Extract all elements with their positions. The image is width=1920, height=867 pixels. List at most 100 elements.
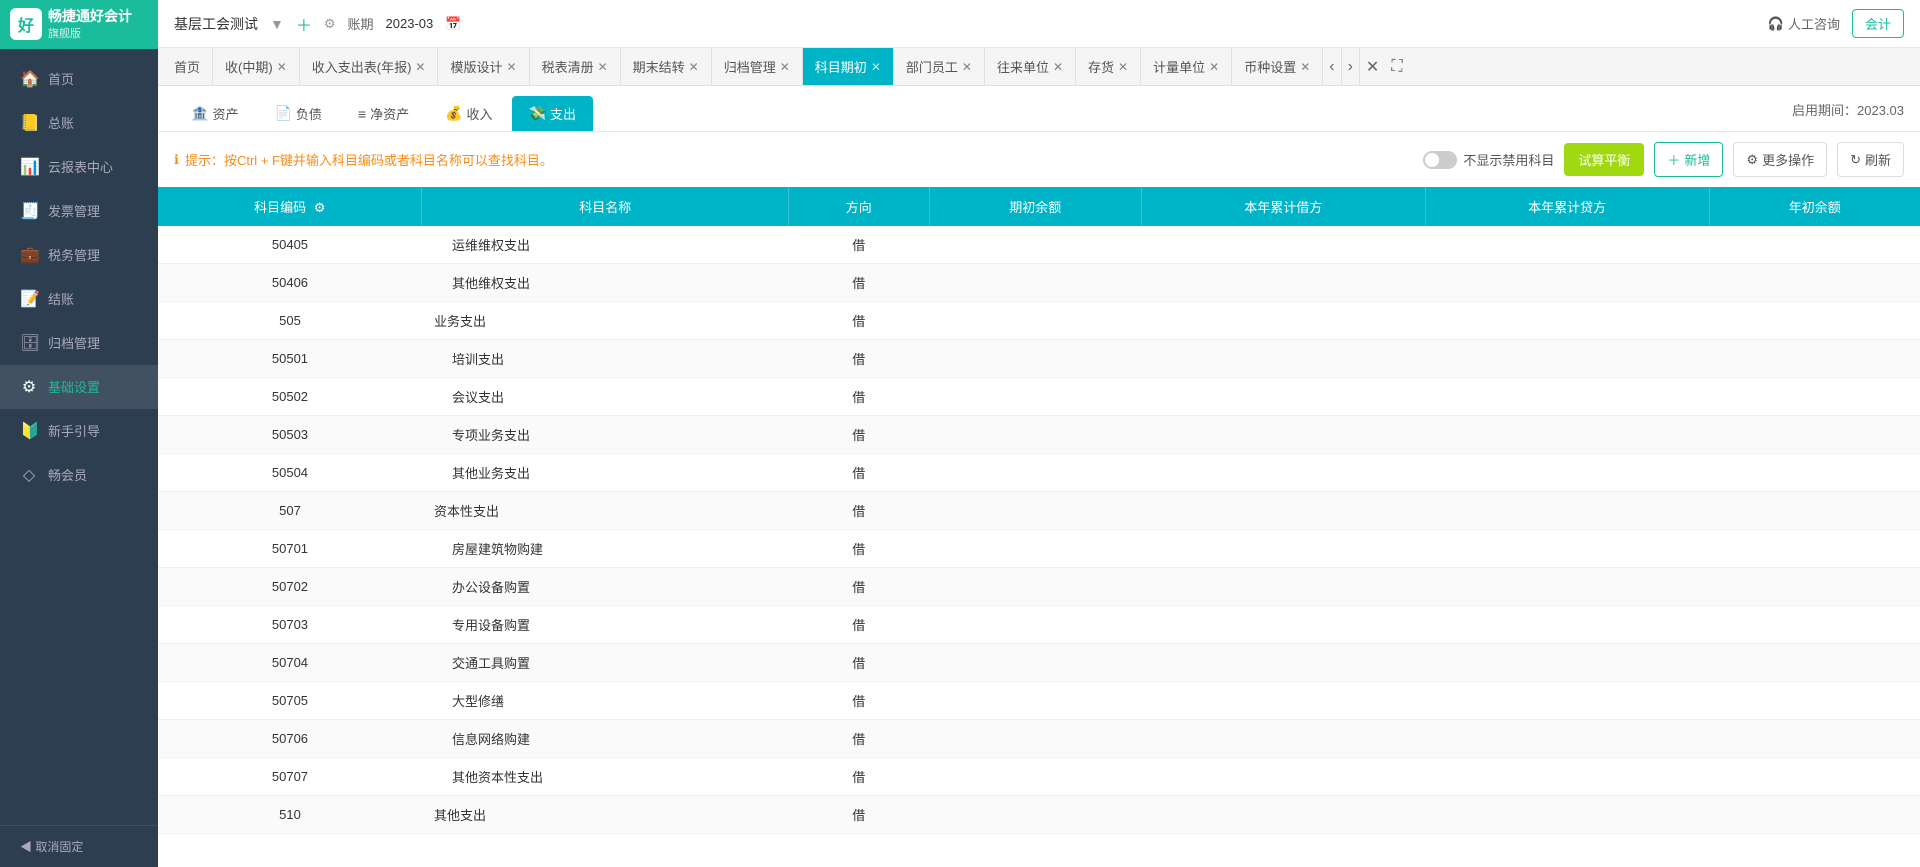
sidebar-item-guide[interactable]: 🔰新手引导 bbox=[0, 409, 158, 453]
tab-currency[interactable]: 币种设置 ✕ bbox=[1232, 48, 1323, 86]
tab-period-report[interactable]: 收(中期) ✕ bbox=[213, 48, 300, 86]
sub-tab-expenditure[interactable]: 💸支出 bbox=[512, 96, 593, 131]
sidebar-item-archive[interactable]: 🗄归档管理 bbox=[0, 321, 158, 365]
table-row[interactable]: 50705 大型修缮 借 bbox=[158, 682, 1920, 720]
tab-annual-report[interactable]: 收入支出表(年报) ✕ bbox=[300, 48, 439, 86]
tab-home[interactable]: 首页 bbox=[162, 48, 213, 86]
cell-balance bbox=[929, 226, 1141, 264]
add-button[interactable]: ＋ 新增 bbox=[1654, 142, 1723, 177]
sidebar-item-member[interactable]: ◇畅会员 bbox=[0, 453, 158, 497]
table-row[interactable]: 50501 培训支出 借 bbox=[158, 340, 1920, 378]
table-row[interactable]: 50706 信息网络购建 借 bbox=[158, 720, 1920, 758]
tab-close-external-unit[interactable]: ✕ bbox=[1053, 60, 1063, 74]
tab-prev-btn[interactable]: ‹ bbox=[1323, 48, 1341, 86]
tab-next-btn[interactable]: › bbox=[1342, 48, 1360, 86]
sidebar-item-invoice[interactable]: 🧾发票管理 bbox=[0, 189, 158, 233]
more-label: 更多操作 bbox=[1762, 150, 1814, 169]
sub-tab-income[interactable]: 💰收入 bbox=[428, 96, 509, 131]
cell-name: 业务支出 bbox=[422, 302, 789, 340]
tab-dept-staff[interactable]: 部门员工 ✕ bbox=[894, 48, 985, 86]
sidebar-footer-collapse[interactable]: ◀ 取消固定 bbox=[0, 825, 158, 867]
table-row[interactable]: 50702 办公设备购置 借 bbox=[158, 568, 1920, 606]
tab-close-template-design[interactable]: ✕ bbox=[507, 60, 517, 74]
toggle-label: 不显示禁用科目 bbox=[1463, 150, 1554, 169]
cell-year-balance bbox=[1709, 758, 1920, 796]
calendar-icon[interactable]: 📅 bbox=[445, 16, 461, 32]
tab-external-unit[interactable]: 往来单位 ✕ bbox=[985, 48, 1076, 86]
dropdown-icon[interactable]: ▼ bbox=[270, 16, 284, 32]
cell-credit bbox=[1425, 758, 1709, 796]
cell-name: 资本性支出 bbox=[422, 492, 789, 530]
tab-unit[interactable]: 计量单位 ✕ bbox=[1141, 48, 1232, 86]
sidebar-item-basic-settings[interactable]: ⚙基础设置 bbox=[0, 365, 158, 409]
cell-credit bbox=[1425, 530, 1709, 568]
sidebar-item-settle[interactable]: 📝结账 bbox=[0, 277, 158, 321]
period-label: 账期 bbox=[348, 14, 374, 33]
col-header-period-balance: 期初余额 bbox=[929, 187, 1141, 226]
tab-close-unit[interactable]: ✕ bbox=[1209, 60, 1219, 74]
tab-label-period-end: 期末结转 bbox=[633, 57, 685, 76]
tab-template-design[interactable]: 模版设计 ✕ bbox=[438, 48, 529, 86]
tab-tax-sheet[interactable]: 税表清册 ✕ bbox=[530, 48, 621, 86]
setting-icon[interactable]: ⚙ bbox=[324, 16, 336, 32]
col-settings-icon[interactable]: ⚙ bbox=[314, 200, 326, 215]
tab-archive-mgmt[interactable]: 归档管理 ✕ bbox=[712, 48, 803, 86]
period-info: 启用期间：2023.03 bbox=[1792, 100, 1904, 127]
cell-debit bbox=[1141, 264, 1425, 302]
sidebar-item-home[interactable]: 🏠首页 bbox=[0, 57, 158, 101]
cell-code: 50703 bbox=[158, 606, 422, 644]
cell-balance bbox=[929, 796, 1141, 834]
tab-expand-btn[interactable]: ⛶ bbox=[1385, 58, 1408, 76]
account-button[interactable]: 会计 bbox=[1852, 9, 1904, 38]
table-row[interactable]: 50503 专项业务支出 借 bbox=[158, 416, 1920, 454]
table-row[interactable]: 50707 其他资本性支出 借 bbox=[158, 758, 1920, 796]
sub-tab-equity[interactable]: ≡净资产 bbox=[341, 96, 426, 131]
table-row[interactable]: 50504 其他业务支出 借 bbox=[158, 454, 1920, 492]
tab-close-dept-staff[interactable]: ✕ bbox=[962, 60, 972, 74]
app-logo-icon: 好 bbox=[10, 8, 42, 40]
cell-direction: 借 bbox=[789, 302, 930, 340]
balance-button[interactable]: 试算平衡 bbox=[1564, 143, 1644, 176]
more-button[interactable]: ⚙ 更多操作 bbox=[1733, 142, 1827, 177]
disable-toggle[interactable] bbox=[1423, 151, 1457, 169]
table-row[interactable]: 50405 运维维权支出 借 bbox=[158, 226, 1920, 264]
cell-name: 信息网络购建 bbox=[422, 720, 789, 758]
table-row[interactable]: 50703 专用设备购置 借 bbox=[158, 606, 1920, 644]
sub-tab-liability[interactable]: 📄负债 bbox=[257, 96, 338, 131]
tab-close-currency[interactable]: ✕ bbox=[1300, 60, 1310, 74]
tab-inventory[interactable]: 存货 ✕ bbox=[1076, 48, 1141, 86]
table-row[interactable]: 50406 其他维权支出 借 bbox=[158, 264, 1920, 302]
table-row[interactable]: 50502 会议支出 借 bbox=[158, 378, 1920, 416]
table-row[interactable]: 507 资本性支出 借 bbox=[158, 492, 1920, 530]
tab-close-period-report[interactable]: ✕ bbox=[277, 60, 287, 74]
sidebar-item-label-tax: 税务管理 bbox=[48, 245, 100, 264]
sidebar-item-general-ledger[interactable]: 📒总账 bbox=[0, 101, 158, 145]
tab-close-archive-mgmt[interactable]: ✕ bbox=[780, 60, 790, 74]
table-row[interactable]: 510 其他支出 借 bbox=[158, 796, 1920, 834]
tab-close-subject-init[interactable]: ✕ bbox=[871, 60, 881, 74]
cell-credit bbox=[1425, 796, 1709, 834]
add-company-icon[interactable]: ＋ bbox=[296, 12, 312, 36]
cell-balance bbox=[929, 606, 1141, 644]
tab-period-end[interactable]: 期末结转 ✕ bbox=[621, 48, 712, 86]
table-wrap[interactable]: 科目编码 ⚙科目名称方向期初余额本年累计借方本年累计贷方年初余额 50405 运… bbox=[158, 187, 1920, 867]
sub-tab-asset[interactable]: 🏦资产 bbox=[174, 96, 255, 131]
tab-subject-init[interactable]: 科目期初 ✕ bbox=[803, 48, 894, 86]
consult-button[interactable]: 🎧 人工咨询 bbox=[1768, 14, 1840, 33]
cell-direction: 借 bbox=[789, 454, 930, 492]
cell-year-balance bbox=[1709, 264, 1920, 302]
cell-balance bbox=[929, 340, 1141, 378]
sidebar-item-report-center[interactable]: 📊云报表中心 bbox=[0, 145, 158, 189]
tab-close-annual-report[interactable]: ✕ bbox=[415, 60, 425, 74]
tab-close-all-btn[interactable]: ✕ bbox=[1360, 57, 1385, 77]
settle-icon: 📝 bbox=[20, 289, 38, 309]
tab-close-tax-sheet[interactable]: ✕ bbox=[598, 60, 608, 74]
cell-debit bbox=[1141, 758, 1425, 796]
tab-close-inventory[interactable]: ✕ bbox=[1118, 60, 1128, 74]
table-row[interactable]: 505 业务支出 借 bbox=[158, 302, 1920, 340]
sidebar-item-tax[interactable]: 💼税务管理 bbox=[0, 233, 158, 277]
table-row[interactable]: 50704 交通工具购置 借 bbox=[158, 644, 1920, 682]
refresh-button[interactable]: ↻ 刷新 bbox=[1837, 142, 1904, 177]
tab-close-period-end[interactable]: ✕ bbox=[689, 60, 699, 74]
table-row[interactable]: 50701 房屋建筑物购建 借 bbox=[158, 530, 1920, 568]
